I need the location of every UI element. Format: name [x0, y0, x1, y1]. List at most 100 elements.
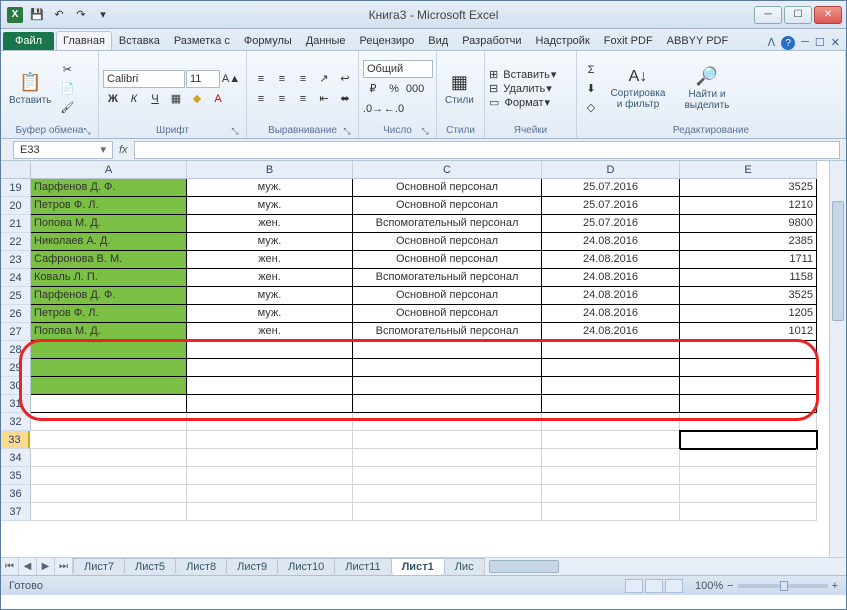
cut-button[interactable]: ✂ [57, 61, 77, 79]
decrease-decimal-button[interactable]: ←.0 [384, 100, 404, 118]
ribbon-tab-8[interactable]: Надстройк [529, 31, 597, 50]
cell-C21[interactable]: Вспомогательный персонал [353, 215, 542, 233]
select-all-corner[interactable] [1, 161, 31, 179]
cell-C23[interactable]: Основной персонал [353, 251, 542, 269]
cell-D31[interactable] [542, 395, 680, 413]
cell-A30[interactable] [31, 377, 187, 395]
cell-C24[interactable]: Вспомогательный персонал [353, 269, 542, 287]
view-layout-button[interactable] [645, 579, 663, 593]
zoom-out-button[interactable]: − [727, 580, 733, 592]
row-header-21[interactable]: 21 [1, 215, 31, 233]
row-header-19[interactable]: 19 [1, 179, 31, 197]
format-painter-button[interactable]: 🖌 [57, 99, 77, 117]
cell-E32[interactable] [680, 413, 817, 431]
formula-input[interactable] [134, 141, 840, 159]
row-header-25[interactable]: 25 [1, 287, 31, 305]
find-select-button[interactable]: 🔎 Найти и выделить [675, 64, 739, 113]
align-right-button[interactable]: ≡ [293, 90, 313, 108]
wrap-text-button[interactable]: ↩ [335, 70, 355, 88]
cell-C33[interactable] [353, 431, 542, 449]
cell-D20[interactable]: 25.07.2016 [542, 197, 680, 215]
cell-B30[interactable] [187, 377, 353, 395]
row-header-24[interactable]: 24 [1, 269, 31, 287]
sheet-tab-5[interactable]: Лист11 [334, 558, 391, 575]
percent-button[interactable]: % [384, 80, 404, 98]
align-top-button[interactable]: ≡ [251, 70, 271, 88]
cell-E28[interactable] [680, 341, 817, 359]
cell-E34[interactable] [680, 449, 817, 467]
row-header-20[interactable]: 20 [1, 197, 31, 215]
row-header-36[interactable]: 36 [1, 485, 31, 503]
row-header-29[interactable]: 29 [1, 359, 31, 377]
cell-B34[interactable] [187, 449, 353, 467]
cell-C19[interactable]: Основной персонал [353, 179, 542, 197]
minimize-ribbon-icon[interactable]: ᐱ [768, 36, 776, 50]
cell-E37[interactable] [680, 503, 817, 521]
view-normal-button[interactable] [625, 579, 643, 593]
increase-decimal-button[interactable]: .0→ [363, 100, 383, 118]
cell-D34[interactable] [542, 449, 680, 467]
cell-C32[interactable] [353, 413, 542, 431]
cell-A29[interactable] [31, 359, 187, 377]
cell-C30[interactable] [353, 377, 542, 395]
row-header-22[interactable]: 22 [1, 233, 31, 251]
cell-D28[interactable] [542, 341, 680, 359]
cell-D36[interactable] [542, 485, 680, 503]
cell-D22[interactable]: 24.08.2016 [542, 233, 680, 251]
sheet-tab-4[interactable]: Лист10 [277, 558, 335, 575]
row-header-27[interactable]: 27 [1, 323, 31, 341]
cell-A26[interactable]: Петров Ф. Л. [31, 305, 187, 323]
cell-C31[interactable] [353, 395, 542, 413]
doc-max-icon[interactable]: ☐ [815, 36, 825, 50]
font-name-combo[interactable]: Calibri [103, 70, 185, 88]
cell-B28[interactable] [187, 341, 353, 359]
column-header-D[interactable]: D [542, 161, 680, 179]
cell-D29[interactable] [542, 359, 680, 377]
cells-area[interactable]: Парфенов Д. Ф.муж.Основной персонал25.07… [31, 179, 817, 521]
cell-C20[interactable]: Основной персонал [353, 197, 542, 215]
cell-A23[interactable]: Сафронова В. М. [31, 251, 187, 269]
cell-A33[interactable] [31, 431, 187, 449]
ribbon-tab-10[interactable]: ABBYY PDF [660, 31, 736, 50]
sheet-nav-prev[interactable]: ◀ [19, 558, 37, 575]
cell-D35[interactable] [542, 467, 680, 485]
sheet-tab-3[interactable]: Лист9 [226, 558, 278, 575]
column-header-E[interactable]: E [680, 161, 817, 179]
paste-button[interactable]: 📋 Вставить [5, 70, 55, 108]
fill-button[interactable]: ⬇ [581, 80, 601, 98]
maximize-button[interactable]: ☐ [784, 6, 812, 24]
vertical-scrollbar[interactable] [829, 161, 846, 557]
minimize-button[interactable]: ─ [754, 6, 782, 24]
ribbon-tab-0[interactable]: Главная [56, 31, 112, 50]
row-header-26[interactable]: 26 [1, 305, 31, 323]
cell-C37[interactable] [353, 503, 542, 521]
dialog-launcher-icon[interactable]: ⤡ [82, 126, 92, 136]
cell-B20[interactable]: муж. [187, 197, 353, 215]
sheet-tab-6[interactable]: Лист1 [391, 558, 445, 575]
copy-button[interactable]: 📄 [57, 80, 77, 98]
column-header-C[interactable]: C [353, 161, 542, 179]
dialog-launcher-icon[interactable]: ⤡ [230, 126, 240, 136]
scroll-thumb[interactable] [489, 560, 559, 573]
view-pagebreak-button[interactable] [665, 579, 683, 593]
cell-B32[interactable] [187, 413, 353, 431]
ribbon-tab-1[interactable]: Вставка [112, 31, 167, 50]
cell-A28[interactable] [31, 341, 187, 359]
redo-button[interactable]: ↷ [71, 5, 91, 25]
row-header-32[interactable]: 32 [1, 413, 31, 431]
zoom-slider[interactable] [738, 584, 828, 588]
cell-A32[interactable] [31, 413, 187, 431]
qat-dropdown[interactable]: ▾ [93, 5, 113, 25]
cell-A21[interactable]: Попова М. Д. [31, 215, 187, 233]
cell-C27[interactable]: Вспомогательный персонал [353, 323, 542, 341]
cell-C35[interactable] [353, 467, 542, 485]
cell-E26[interactable]: 1205 [680, 305, 817, 323]
ribbon-tab-6[interactable]: Вид [421, 31, 455, 50]
row-header-31[interactable]: 31 [1, 395, 31, 413]
align-middle-button[interactable]: ≡ [272, 70, 292, 88]
row-header-30[interactable]: 30 [1, 377, 31, 395]
row-header-28[interactable]: 28 [1, 341, 31, 359]
cell-A36[interactable] [31, 485, 187, 503]
insert-cells-button[interactable]: ⊞ Вставить ▾ [489, 68, 556, 81]
cell-D27[interactable]: 24.08.2016 [542, 323, 680, 341]
